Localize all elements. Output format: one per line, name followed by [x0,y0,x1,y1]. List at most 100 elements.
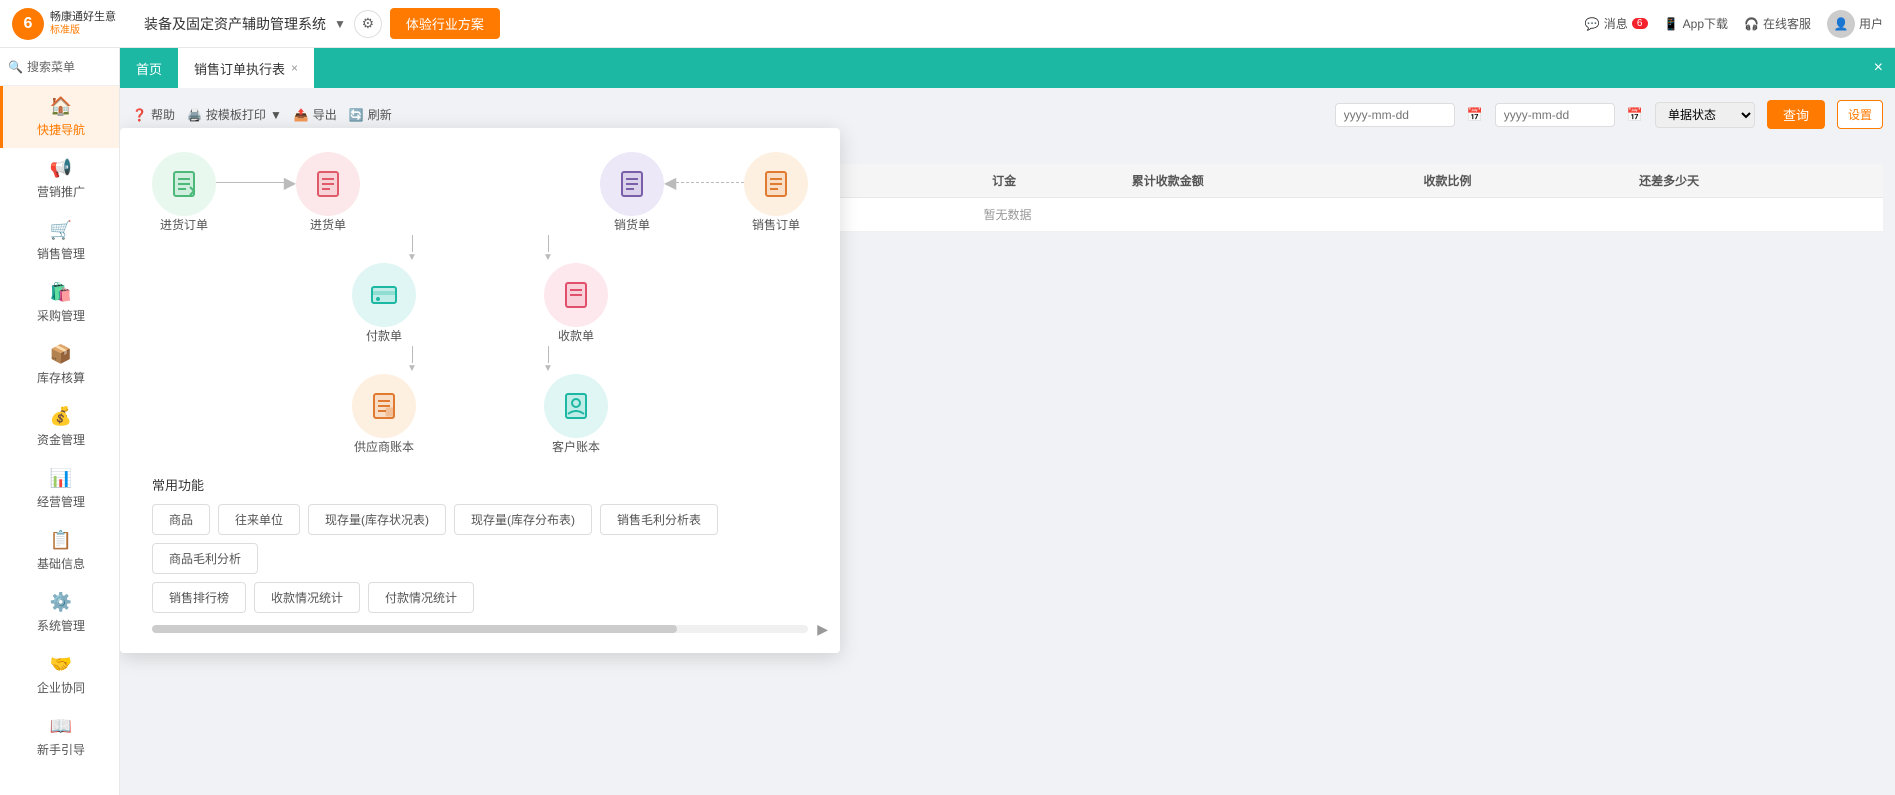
supplier-ledger-label: 供应商账本 [354,438,414,455]
sidebar-item-marketing[interactable]: 📢 营销推广 [0,148,119,210]
arrow-receipt-down: ▼ [488,346,608,374]
arrow-sale-bill-down: ▼ [488,235,608,263]
finance-icon: 💰 [50,406,72,427]
service-action[interactable]: 🎧 在线客服 [1744,15,1811,32]
content-area: 首页 销售订单执行表 × × ❓ 帮助 🖨️ 按模板打印 ▼ [120,48,1895,795]
system-title-text: 装备及固定资产辅助管理系统 [144,14,326,34]
main-layout: 🔍 搜索菜单 🏠 快捷导航 📢 营销推广 🛒 销售管理 🛍️ 采购管理 📦 库存… [0,48,1895,795]
marketing-icon: 📢 [50,158,72,179]
sidebar-item-system[interactable]: ⚙️ 系统管理 [0,582,119,644]
qf-row-1: 商品 往来单位 现存量(库存状况表) 现存量(库存分布表) 销售毛利分析表 商品… [152,504,808,574]
sidebar-item-inventory[interactable]: 📦 库存核算 [0,334,119,396]
purchase-bill-circle[interactable] [296,152,360,216]
receipt-circle[interactable] [544,263,608,327]
qf-btn-product[interactable]: 商品 [152,504,210,535]
popup-overlay: 进货订单 ▶ [120,88,1895,795]
qf-btn-payment-stat[interactable]: 付款情况统计 [368,582,474,613]
message-icon: 💬 [1585,17,1600,31]
supplier-ledger-circle[interactable] [352,374,416,438]
flow-col-customer-ledger: 客户账本 [544,374,608,455]
qf-btn-counterpart[interactable]: 往来单位 [218,504,300,535]
qf-btn-receipt-stat[interactable]: 收款情况统计 [254,582,360,613]
search-icon: 🔍 [8,60,23,74]
flow-col-payment: 付款单 [352,263,416,344]
sidebar: 🔍 搜索菜单 🏠 快捷导航 📢 营销推广 🛒 销售管理 🛍️ 采购管理 📦 库存… [0,48,120,795]
flow-col-sale-bill: 销货单 [600,152,664,233]
arrow-payment-down: ▼ [352,346,472,374]
arrow-sale-order-to-bill: ◀ [664,173,744,193]
flow-col-receipt: 收款单 [544,263,608,344]
inventory-icon: 📦 [50,344,72,365]
header-right: 💬 消息 6 📱 App下载 🎧 在线客服 👤 用户 [1585,10,1883,38]
qf-btn-stock-status[interactable]: 现存量(库存状况表) [308,504,446,535]
logo-icon: 6 [12,8,44,40]
qf-btn-product-margin[interactable]: 商品毛利分析 [152,543,258,574]
customer-ledger-label: 客户账本 [552,438,600,455]
purchase-icon: 🛍️ [50,282,72,303]
sale-bill-label: 销货单 [614,216,650,233]
purchase-bill-label: 进货单 [310,216,346,233]
basic-icon: 📋 [50,530,72,551]
message-action[interactable]: 💬 消息 6 [1585,15,1648,32]
avatar: 👤 [1827,10,1855,38]
sale-order-circle[interactable] [744,152,808,216]
phone-icon: 📱 [1664,17,1679,31]
sidebar-item-quick[interactable]: 🏠 快捷导航 [0,86,119,148]
popup-scrollbar-thumb[interactable] [152,625,677,633]
customer-ledger-circle[interactable] [544,374,608,438]
sidebar-search[interactable]: 🔍 搜索菜单 [0,48,119,86]
payment-circle[interactable] [352,263,416,327]
qf-row-2: 销售排行榜 收款情况统计 付款情况统计 [152,582,808,613]
corp-icon: 🤝 [50,654,72,675]
arrow-purchase-order-to-bill: ▶ [216,173,296,193]
purchase-order-label: 进货订单 [160,216,208,233]
arrow-purchase-bill-down: ▼ [352,235,472,263]
sidebar-item-basic[interactable]: 📋 基础信息 [0,520,119,582]
sidebar-item-sales[interactable]: 🛒 销售管理 [0,210,119,272]
guide-icon: 📖 [50,716,72,737]
home-icon: 🏠 [50,96,72,117]
qf-btn-stock-dist[interactable]: 现存量(库存分布表) [454,504,592,535]
flow-col-purchase-bill: 进货单 [296,152,360,233]
message-badge: 6 [1632,18,1648,29]
flow-diagram: 进货订单 ▶ [152,152,808,455]
logo-area: 6 畅康通好生意 标准版 [12,8,132,40]
system-icon: ⚙️ [50,592,72,613]
tab-bar: 首页 销售订单执行表 × × [120,48,1895,88]
quick-functions: 常用功能 商品 往来单位 现存量(库存状况表) 现存量(库存分布表) 销售毛利分… [152,475,808,613]
sidebar-item-operation[interactable]: 📊 经营管理 [0,458,119,520]
receipt-label: 收款单 [558,327,594,344]
top-header: 6 畅康通好生意 标准版 装备及固定资产辅助管理系统 ▼ ⚙ 体验行业方案 💬 … [0,0,1895,48]
tab-close-btn[interactable]: × [291,61,298,75]
settings-btn[interactable]: ⚙ [354,10,382,38]
tab-home[interactable]: 首页 [120,48,178,88]
qf-btn-sale-margin[interactable]: 销售毛利分析表 [600,504,718,535]
close-all-btn[interactable]: × [1862,59,1895,77]
sidebar-item-purchase[interactable]: 🛍️ 采购管理 [0,272,119,334]
popup-box: 进货订单 ▶ [120,128,840,653]
user-action[interactable]: 👤 用户 [1827,10,1883,38]
system-dropdown-btn[interactable]: ▼ [334,17,346,31]
payment-label: 付款单 [366,327,402,344]
sidebar-item-corp[interactable]: 🤝 企业协同 [0,644,119,706]
popup-scrollbar-track[interactable]: ▶ [152,625,808,633]
sidebar-item-finance[interactable]: 💰 资金管理 [0,396,119,458]
trial-btn[interactable]: 体验行业方案 [390,8,500,39]
page-content: ❓ 帮助 🖨️ 按模板打印 ▼ 📤 导出 🔄 刷新 📅 [120,88,1895,795]
operation-icon: 📊 [50,468,72,489]
qf-btn-sales-rank[interactable]: 销售排行榜 [152,582,246,613]
sales-icon: 🛒 [50,220,72,241]
app-download-action[interactable]: 📱 App下载 [1664,15,1728,32]
logo-text: 畅康通好生意 标准版 [50,10,116,37]
flow-col-supplier-ledger: 供应商账本 [352,374,416,455]
purchase-order-circle[interactable] [152,152,216,216]
sale-bill-circle[interactable] [600,152,664,216]
sidebar-item-guide[interactable]: 📖 新手引导 [0,706,119,768]
qf-title: 常用功能 [152,475,808,494]
popup-scroll-right-arrow[interactable]: ▶ [817,621,828,638]
system-title-area: 装备及固定资产辅助管理系统 ▼ ⚙ 体验行业方案 [132,8,1585,39]
flow-col-purchase-order: 进货订单 [152,152,216,233]
headset-icon: 🎧 [1744,17,1759,31]
tab-sales-order[interactable]: 销售订单执行表 × [178,48,314,88]
flow-col-sale-order: 销售订单 [744,152,808,233]
